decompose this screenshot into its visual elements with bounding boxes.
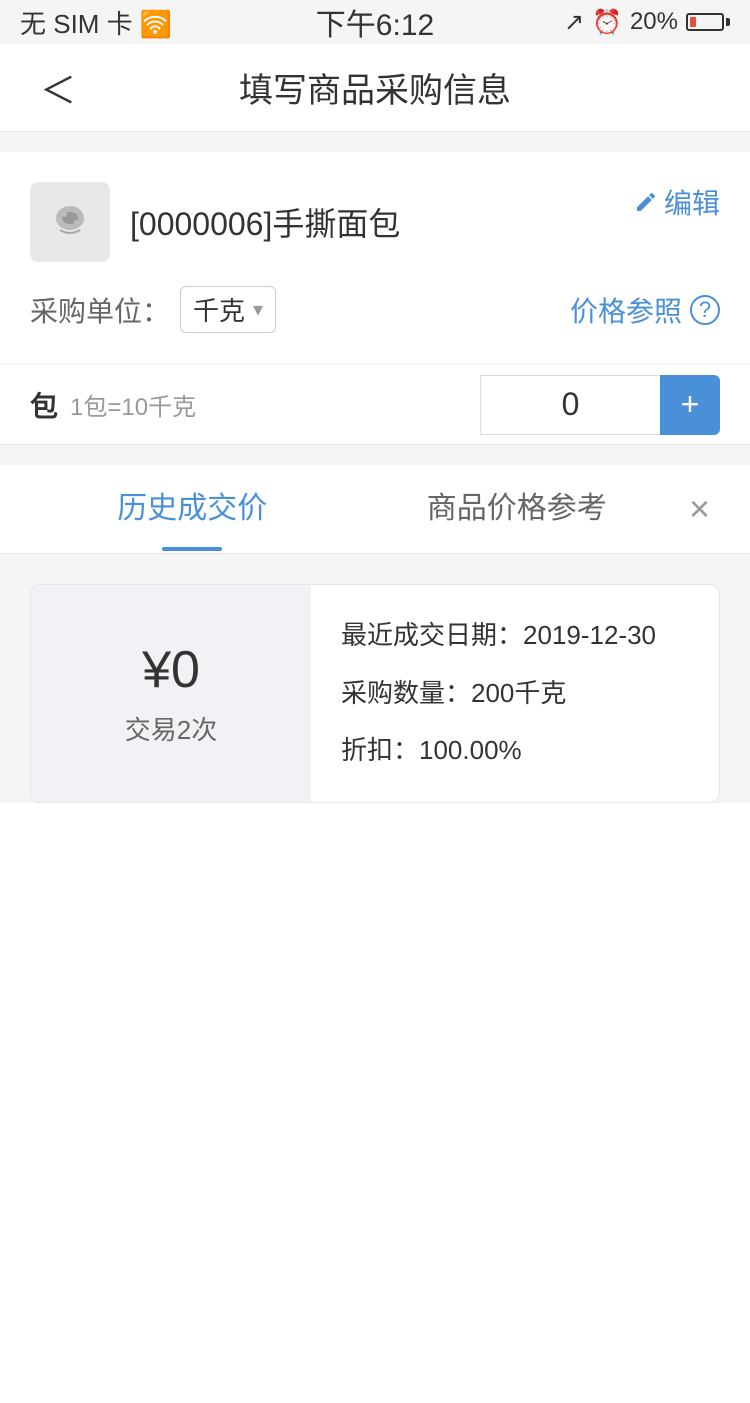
quantity-label: 包 1包=10千克 [30,385,196,425]
dropdown-arrow-icon: ▾ [253,297,263,322]
price-ref-button[interactable]: 价格参照 ? [570,290,720,330]
tabs-container: 历史成交价 商品价格参考 × [0,465,750,554]
product-card: [0000006]手撕面包 编辑 采购单位： 千克 ▾ 价格参照 ? [0,152,750,363]
tab-history-price[interactable]: 历史成交价 [30,483,354,535]
battery-icon [686,13,730,31]
nav-bar: ＜ 填写商品采购信息 [0,44,750,132]
history-trade-count: 交易2次 [125,710,217,747]
status-right: ↗ ⏰ 20% [564,8,730,37]
product-name: [0000006]手撕面包 [130,199,400,245]
battery-body [686,13,724,31]
edit-label: 编辑 [664,182,720,222]
product-thumbnail [30,182,110,262]
quantity-detail-value: 200千克 [471,678,566,708]
status-left: 无 SIM 卡 🛜 [20,4,172,41]
bottom-content [0,803,750,1403]
quantity-unit-name: 包 [30,385,58,425]
price-ref-label: 价格参照 [570,290,682,330]
quantity-section: 包 1包=10千克 + [0,365,750,445]
product-header: [0000006]手撕面包 编辑 [30,182,720,262]
status-bar: 无 SIM 卡 🛜 下午6:12 ↗ ⏰ 20% [0,0,750,44]
battery-tip [726,18,730,26]
discount-label: 折扣： [341,735,419,765]
product-unit-row: 采购单位： 千克 ▾ 价格参照 ? [30,286,720,333]
help-icon: ? [690,295,720,325]
network-text: 无 SIM 卡 🛜 [20,4,172,41]
quantity-detail-label: 采购数量： [341,678,471,708]
location-icon: ↗ [564,8,584,37]
unit-value: 千克 [193,291,245,328]
page-title: 填写商品采购信息 [239,63,511,112]
product-left: [0000006]手撕面包 [30,182,400,262]
alarm-icon: ⏰ [592,8,622,37]
unit-selector[interactable]: 千克 ▾ [180,286,276,333]
history-left-panel: ¥0 交易2次 [31,585,311,802]
quantity-unit-hint: 1包=10千克 [70,387,196,422]
discount-row: 折扣：100.00% [341,730,689,772]
battery-percent: 20% [630,8,678,36]
quantity-controls: + [480,375,720,435]
tab-price-reference[interactable]: 商品价格参考 [354,483,678,535]
recent-date-label: 最近成交日期： [341,620,523,650]
recent-date-value: 2019-12-30 [523,620,656,650]
unit-left: 采购单位： 千克 ▾ [30,286,276,333]
quantity-row: 采购数量：200千克 [341,673,689,715]
edit-button[interactable]: 编辑 [634,182,720,222]
recent-date-row: 最近成交日期：2019-12-30 [341,615,689,657]
quantity-input[interactable] [480,375,660,435]
history-right-panel: 最近成交日期：2019-12-30 采购数量：200千克 折扣：100.00% [311,585,719,802]
history-card: ¥0 交易2次 最近成交日期：2019-12-30 采购数量：200千克 折扣：… [30,584,720,803]
tab-close-button[interactable]: × [679,488,720,530]
edit-icon [634,190,658,214]
status-time: 下午6:12 [316,0,434,44]
quantity-plus-button[interactable]: + [660,375,720,435]
back-button[interactable]: ＜ [30,52,86,124]
tabs-row: 历史成交价 商品价格参考 × [0,465,750,553]
discount-value: 100.00% [419,735,522,765]
history-price: ¥0 [142,640,200,700]
battery-fill [690,17,696,27]
unit-label: 采购单位： [30,290,170,330]
